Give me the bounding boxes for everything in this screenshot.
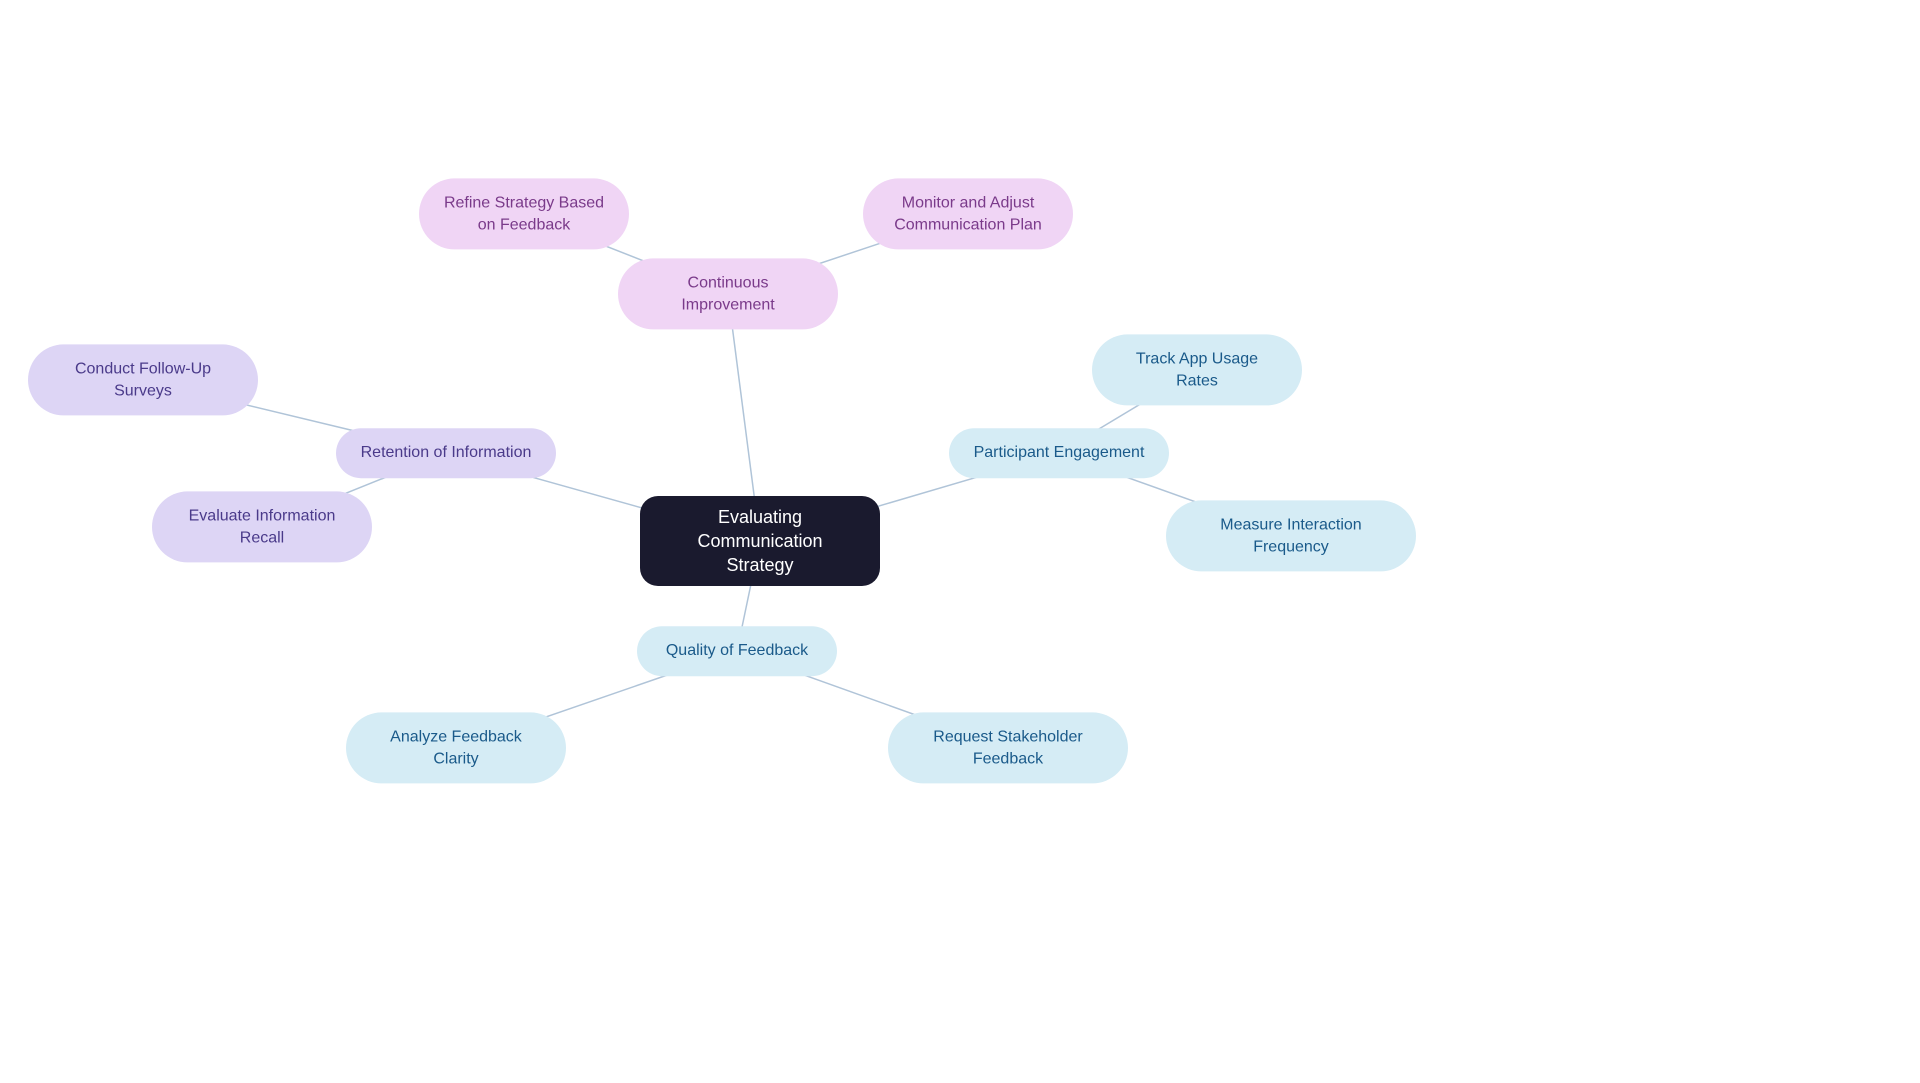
retention-info-node[interactable]: Retention of Information — [336, 428, 556, 478]
track-app-usage-node[interactable]: Track App Usage Rates — [1092, 334, 1302, 405]
evaluate-recall-node[interactable]: Evaluate Information Recall — [152, 491, 372, 562]
center-node[interactable]: Evaluating Communication Strategy — [640, 496, 880, 586]
analyze-feedback-node[interactable]: Analyze Feedback Clarity — [346, 712, 566, 783]
monitor-adjust-node[interactable]: Monitor and Adjust Communication Plan — [863, 178, 1073, 249]
measure-interaction-node[interactable]: Measure Interaction Frequency — [1166, 500, 1416, 571]
continuous-improvement-node[interactable]: Continuous Improvement — [618, 258, 838, 329]
conduct-surveys-node[interactable]: Conduct Follow-Up Surveys — [28, 344, 258, 415]
participant-engagement-node[interactable]: Participant Engagement — [949, 428, 1169, 478]
request-stakeholder-node[interactable]: Request Stakeholder Feedback — [888, 712, 1128, 783]
refine-strategy-node[interactable]: Refine Strategy Based on Feedback — [419, 178, 629, 249]
quality-feedback-node[interactable]: Quality of Feedback — [637, 626, 837, 676]
